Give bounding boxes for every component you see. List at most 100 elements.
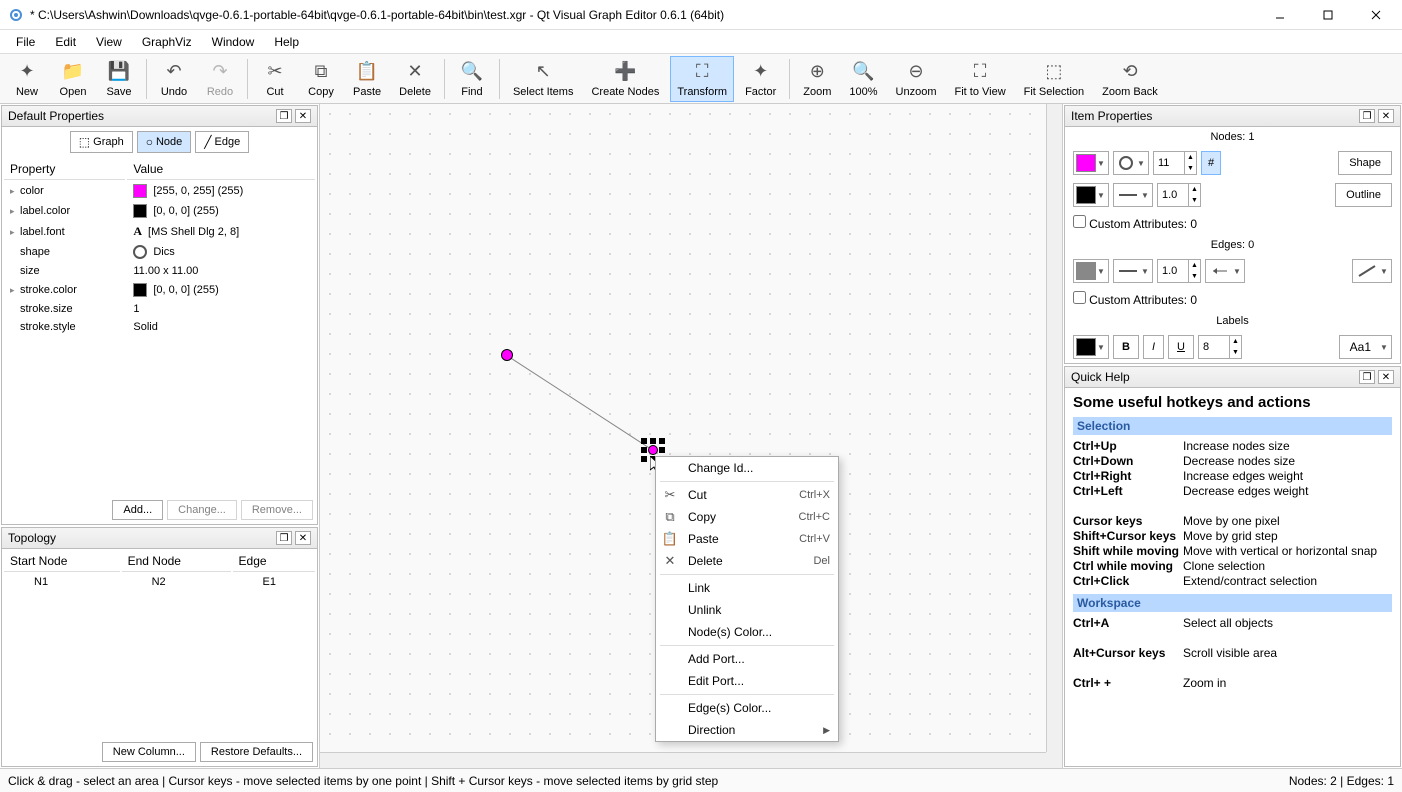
restore-icon[interactable]: ❐ bbox=[276, 531, 292, 545]
label-size-input[interactable]: ▲▼ bbox=[1198, 335, 1242, 359]
stroke-color-picker[interactable]: ▼ bbox=[1073, 183, 1109, 207]
hash-toggle[interactable]: # bbox=[1201, 151, 1221, 175]
btn-new-column-[interactable]: New Column... bbox=[102, 742, 196, 762]
menu-view[interactable]: View bbox=[86, 33, 132, 51]
tab-node[interactable]: ○Node bbox=[137, 131, 192, 153]
btn-add[interactable]: Add... bbox=[112, 500, 163, 520]
node-shape-picker[interactable]: ▼ bbox=[1113, 151, 1149, 175]
tab-edge[interactable]: ╱Edge bbox=[195, 131, 249, 153]
menu-graphviz[interactable]: GraphViz bbox=[132, 33, 202, 51]
close-panel-icon[interactable]: ✕ bbox=[295, 531, 311, 545]
tb-transform[interactable]: ⛶Transform bbox=[670, 56, 734, 102]
node-n1[interactable] bbox=[501, 349, 513, 361]
prop-row-label-color[interactable]: ▸label.color[0, 0, 0] (255) bbox=[4, 202, 315, 220]
topo-col[interactable]: End Node bbox=[122, 551, 231, 572]
status-left: Click & drag - select an area | Cursor k… bbox=[8, 774, 1289, 788]
tb-100%[interactable]: 🔍100% bbox=[842, 56, 884, 102]
menu-help[interactable]: Help bbox=[264, 33, 309, 51]
btn-change[interactable]: Change... bbox=[167, 500, 237, 520]
maximize-button[interactable] bbox=[1314, 5, 1342, 25]
edge-color-picker[interactable]: ▼ bbox=[1073, 259, 1109, 283]
minimize-button[interactable] bbox=[1266, 5, 1294, 25]
scrollbar-vertical[interactable] bbox=[1046, 104, 1062, 752]
scrollbar-horizontal[interactable] bbox=[320, 752, 1046, 768]
prop-row-size[interactable]: size11.00 x 11.00 bbox=[4, 263, 315, 279]
tb-open[interactable]: 📁Open bbox=[52, 56, 94, 102]
btn-remove[interactable]: Remove... bbox=[241, 500, 313, 520]
ctx-edge-s-color-: Edge(s) Color... bbox=[656, 697, 838, 719]
stroke-style-picker[interactable]: ▼ bbox=[1113, 183, 1153, 207]
restore-icon[interactable]: ❐ bbox=[1359, 109, 1375, 123]
shape-button[interactable]: Shape bbox=[1338, 151, 1392, 175]
prop-row-stroke-style[interactable]: stroke.styleSolid bbox=[4, 319, 315, 335]
ctx-paste[interactable]: 📋PasteCtrl+V bbox=[656, 528, 838, 550]
edge-style-picker[interactable]: ▼ bbox=[1113, 259, 1153, 283]
prop-row-label-font[interactable]: ▸label.fontA[MS Shell Dlg 2, 8] bbox=[4, 222, 315, 241]
close-panel-icon[interactable]: ✕ bbox=[295, 109, 311, 123]
topo-col[interactable]: Edge bbox=[233, 551, 315, 572]
canvas[interactable]: Change Id... ✂CutCtrl+X⧉CopyCtrl+C📋PasteC… bbox=[320, 104, 1062, 768]
col-value[interactable]: Value bbox=[127, 159, 315, 180]
topo-col[interactable]: Start Node bbox=[4, 551, 120, 572]
topology-title: Topology bbox=[8, 531, 273, 545]
underline-button[interactable]: U bbox=[1168, 335, 1194, 359]
restore-icon[interactable]: ❐ bbox=[276, 109, 292, 123]
restore-icon[interactable]: ❐ bbox=[1359, 370, 1375, 384]
bold-button[interactable]: B bbox=[1113, 335, 1139, 359]
tb-zoom-back[interactable]: ⟲Zoom Back bbox=[1095, 56, 1165, 102]
ctx-cut[interactable]: ✂CutCtrl+X bbox=[656, 484, 838, 506]
tb-create-nodes[interactable]: ➕Create Nodes bbox=[584, 56, 666, 102]
ctx-delete[interactable]: ✕DeleteDel bbox=[656, 550, 838, 572]
italic-button[interactable]: I bbox=[1143, 335, 1164, 359]
tb-zoom[interactable]: ⊕Zoom bbox=[796, 56, 838, 102]
prop-row-shape[interactable]: shapeDics bbox=[4, 243, 315, 261]
node-color-picker[interactable]: ▼ bbox=[1073, 151, 1109, 175]
quickhelp-body[interactable]: Some useful hotkeys and actions Selectio… bbox=[1065, 388, 1400, 697]
edge-direction-picker[interactable]: ▼ bbox=[1205, 259, 1245, 283]
tb-undo[interactable]: ↶Undo bbox=[153, 56, 195, 102]
fitsel-icon: ⬚ bbox=[1042, 60, 1066, 84]
prop-row-color[interactable]: ▸color[255, 0, 255] (255) bbox=[4, 182, 315, 200]
edge-line-type-picker[interactable]: ▼ bbox=[1352, 259, 1392, 283]
label-color-picker[interactable]: ▼ bbox=[1073, 335, 1109, 359]
ctx-add-port-[interactable]: Add Port... bbox=[656, 648, 838, 670]
close-button[interactable] bbox=[1362, 5, 1390, 25]
outline-button[interactable]: Outline bbox=[1335, 183, 1392, 207]
custom-attrs-nodes-checkbox[interactable] bbox=[1073, 215, 1086, 228]
menu-window[interactable]: Window bbox=[202, 33, 265, 51]
prop-row-stroke-size[interactable]: stroke.size1 bbox=[4, 301, 315, 317]
close-panel-icon[interactable]: ✕ bbox=[1378, 370, 1394, 384]
menu-edit[interactable]: Edit bbox=[45, 33, 86, 51]
edge-e1[interactable] bbox=[506, 355, 658, 454]
tb-find[interactable]: 🔍Find bbox=[451, 56, 493, 102]
stroke-width-input[interactable]: ▲▼ bbox=[1157, 183, 1201, 207]
node-size-input[interactable]: ▲▼ bbox=[1153, 151, 1197, 175]
tb-factor[interactable]: ✦Factor bbox=[738, 56, 783, 102]
tb-redo[interactable]: ↷Redo bbox=[199, 56, 241, 102]
topo-row[interactable]: N1N2E1 bbox=[4, 574, 315, 590]
itemprops-title: Item Properties bbox=[1071, 109, 1356, 123]
tb-paste[interactable]: 📋Paste bbox=[346, 56, 388, 102]
tb-new[interactable]: ✦New bbox=[6, 56, 48, 102]
prop-row-stroke-color[interactable]: ▸stroke.color[0, 0, 0] (255) bbox=[4, 281, 315, 299]
menu-file[interactable]: File bbox=[6, 33, 45, 51]
edge-width-input[interactable]: ▲▼ bbox=[1157, 259, 1201, 283]
ctx-node-s-color-[interactable]: Node(s) Color... bbox=[656, 621, 838, 643]
label-position-picker[interactable]: Aa1▼ bbox=[1339, 335, 1392, 359]
tab-graph[interactable]: ⬚Graph bbox=[70, 131, 133, 153]
tb-fit-to-view[interactable]: ⛶Fit to View bbox=[947, 56, 1012, 102]
tb-copy[interactable]: ⧉Copy bbox=[300, 56, 342, 102]
ctx-copy[interactable]: ⧉CopyCtrl+C bbox=[656, 506, 838, 528]
ctx-change-id-[interactable]: Change Id... bbox=[656, 457, 838, 479]
tb-save[interactable]: 💾Save bbox=[98, 56, 140, 102]
tb-unzoom[interactable]: ⊖Unzoom bbox=[889, 56, 944, 102]
tb-fit-selection[interactable]: ⬚Fit Selection bbox=[1017, 56, 1092, 102]
tb-cut[interactable]: ✂Cut bbox=[254, 56, 296, 102]
tb-delete[interactable]: ✕Delete bbox=[392, 56, 438, 102]
tb-select-items[interactable]: ↖Select Items bbox=[506, 56, 581, 102]
ctx-unlink[interactable]: Unlink bbox=[656, 599, 838, 621]
col-property[interactable]: Property bbox=[4, 159, 125, 180]
btn-restore-defaults-[interactable]: Restore Defaults... bbox=[200, 742, 313, 762]
close-panel-icon[interactable]: ✕ bbox=[1378, 109, 1394, 123]
custom-attrs-edges-checkbox[interactable] bbox=[1073, 291, 1086, 304]
